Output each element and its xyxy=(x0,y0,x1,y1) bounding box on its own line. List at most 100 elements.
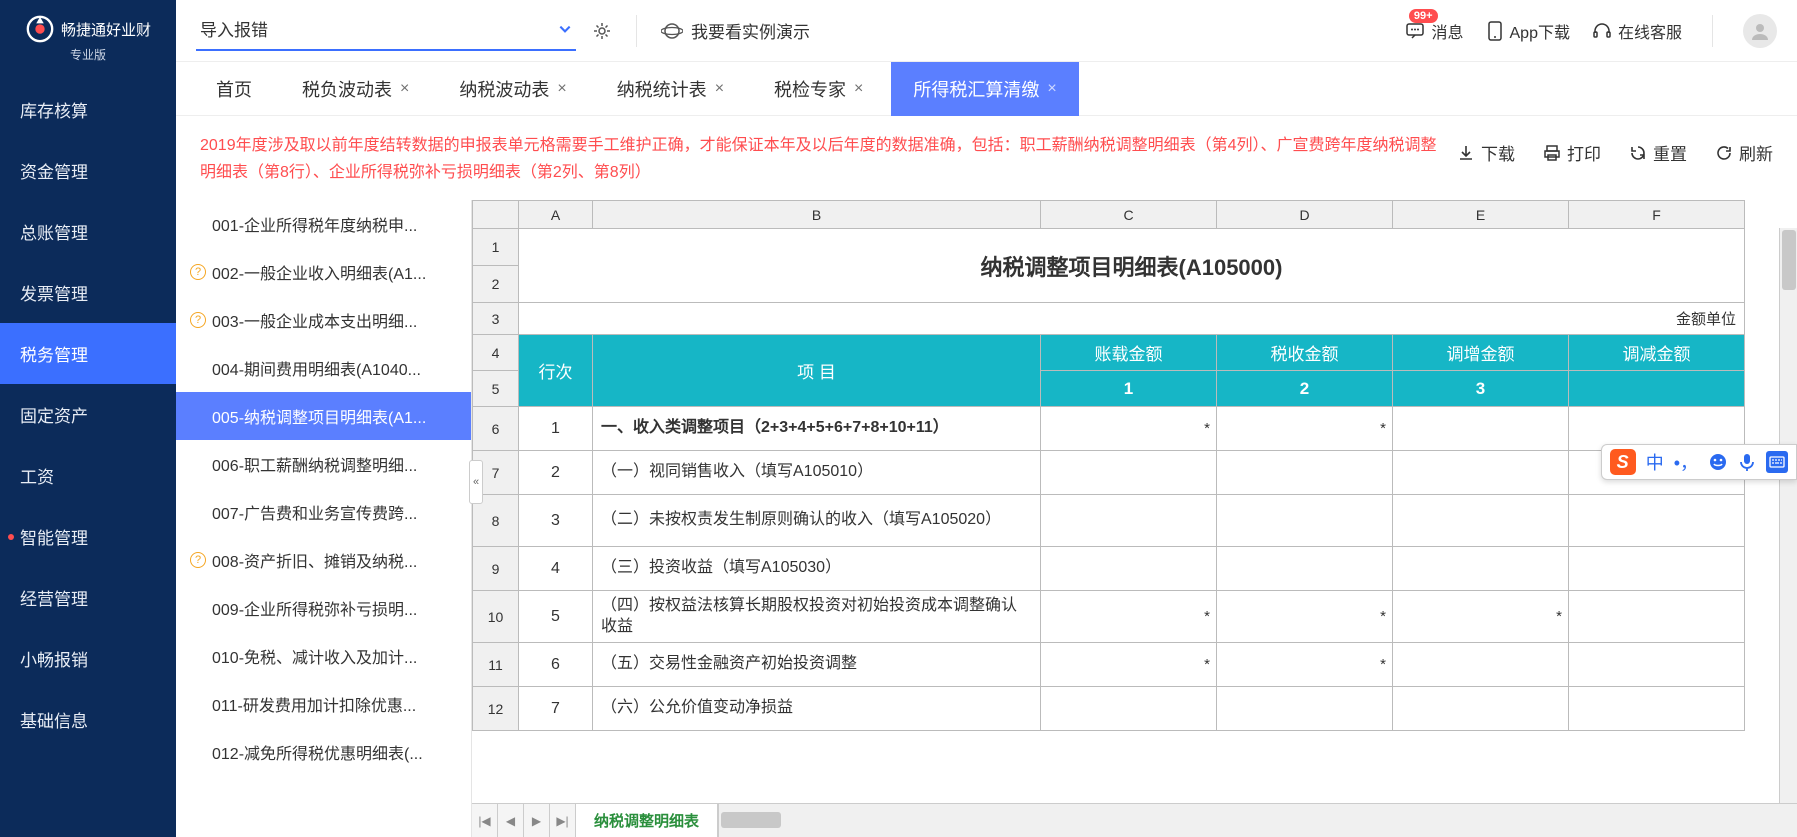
sheet-tab-active[interactable]: 纳税调整明细表 xyxy=(576,804,718,837)
tab-close-icon[interactable]: × xyxy=(557,80,566,98)
cell-item[interactable]: （一）视同销售收入（填写A105010） xyxy=(593,451,1041,495)
sheet-nav-next[interactable]: ▶ xyxy=(524,804,550,837)
sidebar-item-7[interactable]: 智能管理 xyxy=(0,506,176,567)
cell-d[interactable] xyxy=(1217,547,1393,591)
sidebar-item-3[interactable]: 发票管理 xyxy=(0,262,176,323)
sheet-nav-last[interactable]: ▶| xyxy=(550,804,576,837)
cell-rownum[interactable]: 6 xyxy=(519,643,593,687)
cell-f[interactable] xyxy=(1569,495,1745,547)
col-header-F[interactable]: F xyxy=(1569,201,1745,229)
sidebar-item-8[interactable]: 经营管理 xyxy=(0,567,176,628)
cell-rownum[interactable]: 7 xyxy=(519,687,593,731)
cell-c[interactable] xyxy=(1041,547,1217,591)
sidebar-item-1[interactable]: 资金管理 xyxy=(0,140,176,201)
cell-d[interactable] xyxy=(1217,495,1393,547)
sidebar-item-6[interactable]: 工资 xyxy=(0,445,176,506)
cell-rownum[interactable]: 2 xyxy=(519,451,593,495)
ime-keyboard-icon[interactable] xyxy=(1766,451,1788,473)
col-header-B[interactable]: B xyxy=(593,201,1041,229)
tab-3[interactable]: 纳税统计表× xyxy=(595,62,746,116)
cell-item[interactable]: （四）按权益法核算长期股权投资对初始投资成本调整确认收益 xyxy=(593,591,1041,643)
sidebar-item-4[interactable]: 税务管理 xyxy=(0,323,176,384)
ime-mic-icon[interactable] xyxy=(1738,452,1756,472)
sidebar-item-0[interactable]: 库存核算 xyxy=(0,79,176,140)
row-header-10[interactable]: 10 xyxy=(473,591,519,643)
ime-lang[interactable]: 中 xyxy=(1646,449,1664,475)
sheet-nav-prev[interactable]: ◀ xyxy=(498,804,524,837)
col-header-D[interactable]: D xyxy=(1217,201,1393,229)
row-header-9[interactable]: 9 xyxy=(473,547,519,591)
form-list-item-2[interactable]: ?003-一般企业成本支出明细... xyxy=(176,296,471,344)
cell-item[interactable]: 一、收入类调整项目（2+3+4+5+6+7+8+10+11） xyxy=(593,407,1041,451)
cell-rownum[interactable]: 3 xyxy=(519,495,593,547)
cell-c[interactable]: * xyxy=(1041,591,1217,643)
sidebar-item-5[interactable]: 固定资产 xyxy=(0,384,176,445)
row-header-12[interactable]: 12 xyxy=(473,687,519,731)
download-button[interactable]: 下载 xyxy=(1457,140,1515,165)
form-list-item-5[interactable]: 006-职工薪酬纳税调整明细... xyxy=(176,440,471,488)
cell-item[interactable]: （六）公允价值变动净损益 xyxy=(593,687,1041,731)
cell-e[interactable] xyxy=(1393,495,1569,547)
sidebar-item-2[interactable]: 总账管理 xyxy=(0,201,176,262)
cell-d[interactable] xyxy=(1217,451,1393,495)
sidebar-item-10[interactable]: 基础信息 xyxy=(0,689,176,750)
sidebar-item-9[interactable]: 小畅报销 xyxy=(0,628,176,689)
ime-emoji-icon[interactable] xyxy=(1708,452,1728,472)
settings-gear-icon[interactable] xyxy=(592,21,612,41)
cell-f[interactable] xyxy=(1569,547,1745,591)
print-button[interactable]: 打印 xyxy=(1543,140,1601,165)
col-header-E[interactable]: E xyxy=(1393,201,1569,229)
form-list-item-10[interactable]: 011-研发费用加计扣除优惠... xyxy=(176,680,471,728)
sheet-nav-first[interactable]: |◀ xyxy=(472,804,498,837)
cell-c[interactable]: * xyxy=(1041,643,1217,687)
tab-5[interactable]: 所得税汇算清缴× xyxy=(891,62,1078,116)
cell-d[interactable]: * xyxy=(1217,407,1393,451)
search-dropdown[interactable]: 导入报错 xyxy=(196,10,576,51)
cell-d[interactable] xyxy=(1217,687,1393,731)
online-service-button[interactable]: 在线客服 xyxy=(1592,19,1682,43)
cell-c[interactable] xyxy=(1041,451,1217,495)
row-header-1[interactable]: 1 xyxy=(473,229,519,266)
tab-close-icon[interactable]: × xyxy=(400,80,409,98)
messages-button[interactable]: 99+ 消息 xyxy=(1405,19,1463,43)
cell-f[interactable] xyxy=(1569,591,1745,643)
form-list-item-7[interactable]: ?008-资产折旧、摊销及纳税... xyxy=(176,536,471,584)
col-header-C[interactable]: C xyxy=(1041,201,1217,229)
horizontal-scrollbar[interactable] xyxy=(718,804,1797,837)
cell-c[interactable]: * xyxy=(1041,407,1217,451)
ime-punct-icon[interactable]: •， xyxy=(1674,449,1698,475)
cell-c[interactable] xyxy=(1041,495,1217,547)
refresh-button[interactable]: 刷新 xyxy=(1715,140,1773,165)
form-list-item-8[interactable]: 009-企业所得税弥补亏损明... xyxy=(176,584,471,632)
cell-e[interactable] xyxy=(1393,451,1569,495)
form-list-item-1[interactable]: ?002-一般企业收入明细表(A1... xyxy=(176,248,471,296)
cell-d[interactable]: * xyxy=(1217,643,1393,687)
cell-e[interactable] xyxy=(1393,547,1569,591)
cell-rownum[interactable]: 1 xyxy=(519,407,593,451)
form-list-item-9[interactable]: 010-免税、减计收入及加计... xyxy=(176,632,471,680)
cell-item[interactable]: （三）投资收益（填写A105030） xyxy=(593,547,1041,591)
cell-d[interactable]: * xyxy=(1217,591,1393,643)
cell-item[interactable]: （五）交易性金融资产初始投资调整 xyxy=(593,643,1041,687)
collapse-handle[interactable]: « xyxy=(469,460,483,504)
row-header-4[interactable]: 4 xyxy=(473,335,519,371)
row-header-6[interactable]: 6 xyxy=(473,407,519,451)
cell-item[interactable]: （二）未按权责发生制原则确认的收入（填写A105020） xyxy=(593,495,1041,547)
row-header-2[interactable]: 2 xyxy=(473,266,519,303)
cell-e[interactable] xyxy=(1393,687,1569,731)
row-header-5[interactable]: 5 xyxy=(473,371,519,407)
tab-4[interactable]: 税检专家× xyxy=(752,62,885,116)
cell-e[interactable] xyxy=(1393,643,1569,687)
row-header-3[interactable]: 3 xyxy=(473,303,519,335)
col-header-A[interactable]: A xyxy=(519,201,593,229)
cell-f[interactable] xyxy=(1569,687,1745,731)
tab-close-icon[interactable]: × xyxy=(715,80,724,98)
user-avatar[interactable] xyxy=(1743,14,1777,48)
form-list-item-3[interactable]: 004-期间费用明细表(A1040... xyxy=(176,344,471,392)
tab-2[interactable]: 纳税波动表× xyxy=(437,62,588,116)
cell-e[interactable]: * xyxy=(1393,591,1569,643)
cell-rownum[interactable]: 5 xyxy=(519,591,593,643)
reset-button[interactable]: 重置 xyxy=(1629,140,1687,165)
cell-f[interactable] xyxy=(1569,643,1745,687)
tab-1[interactable]: 税负波动表× xyxy=(280,62,431,116)
